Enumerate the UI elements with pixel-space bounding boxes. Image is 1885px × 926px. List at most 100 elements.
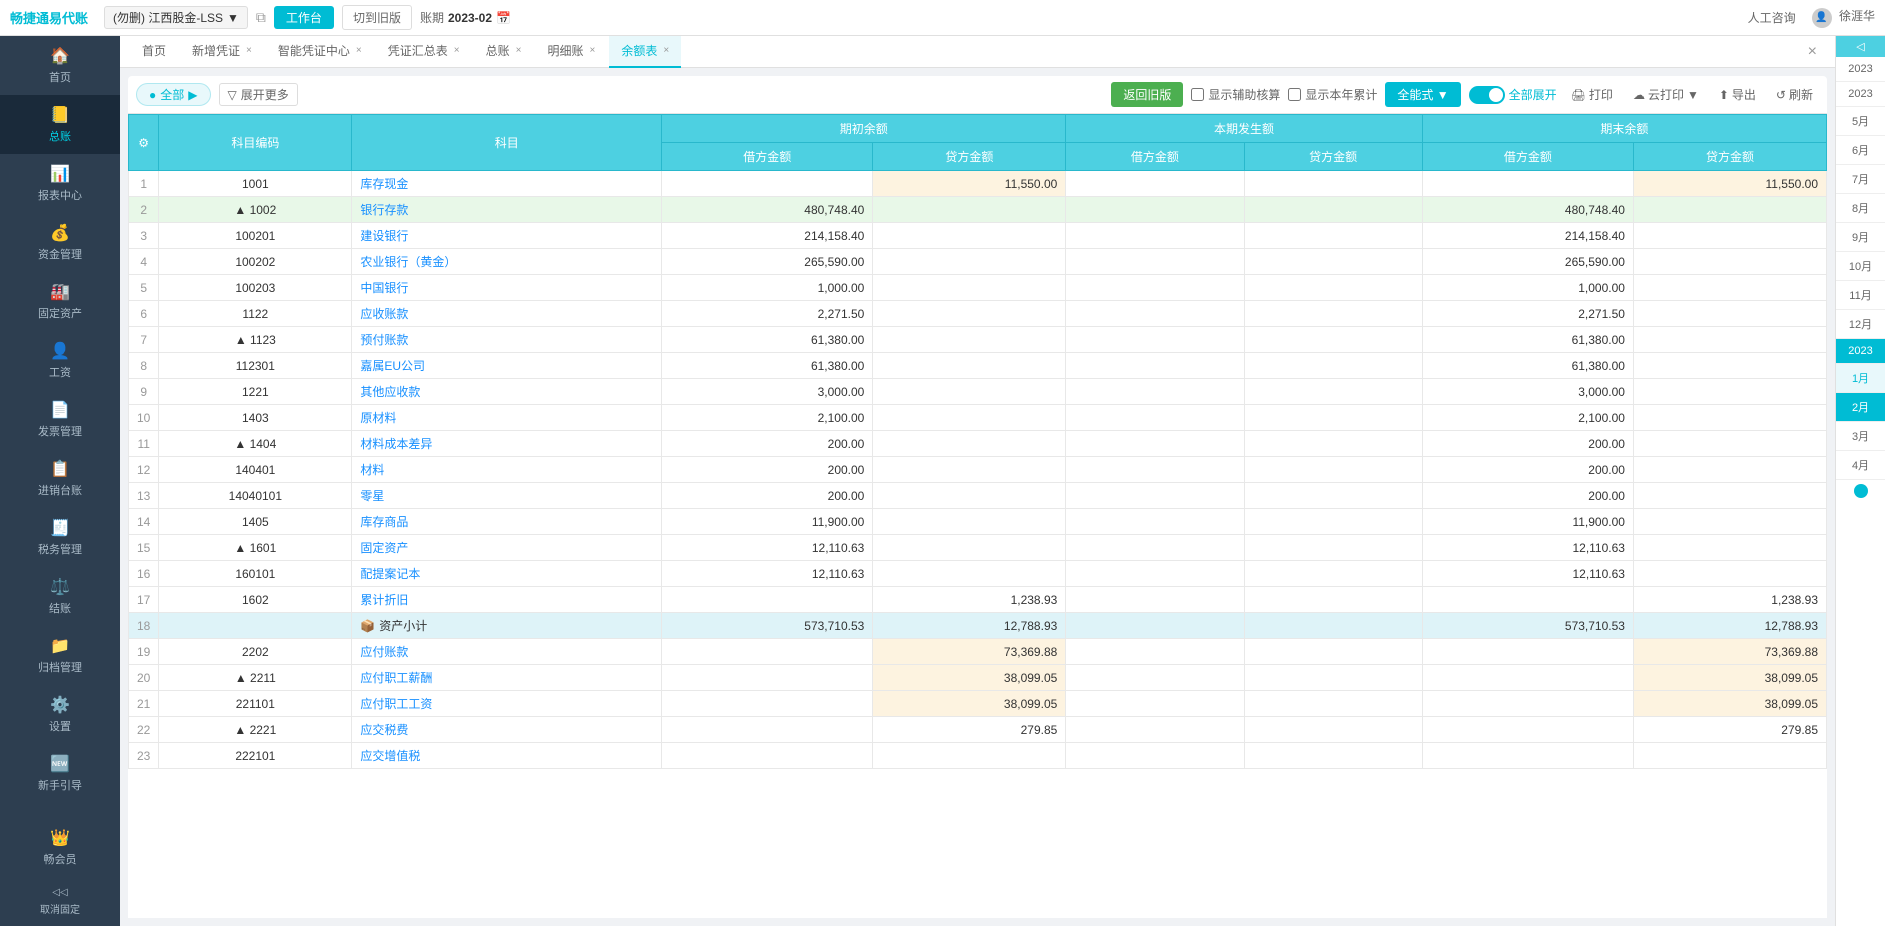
sidebar-item-guide[interactable]: 🆕 新手引导 <box>0 744 120 803</box>
export-button[interactable]: ⬆ 导出 <box>1713 84 1762 105</box>
cell-name[interactable]: 原材料 <box>352 405 662 431</box>
tab-balance-close[interactable]: × <box>663 45 669 56</box>
copy-icon[interactable]: ⧉ <box>256 9 266 26</box>
cloud-print-button[interactable]: ☁ 云打印 ▼ <box>1627 84 1705 105</box>
account-name-link[interactable]: 银行存款 <box>360 203 408 217</box>
right-panel-month-10[interactable]: 10月 <box>1836 252 1885 281</box>
account-name-link[interactable]: 嘉属EU公司 <box>360 359 425 373</box>
cell-name[interactable]: 配提案记本 <box>352 561 662 587</box>
return-button[interactable]: 返回旧版 <box>1111 82 1183 107</box>
sidebar-item-payroll[interactable]: 👤 工资 <box>0 331 120 390</box>
sidebar-item-fund[interactable]: 💰 资金管理 <box>0 213 120 272</box>
tab-home[interactable]: 首页 <box>130 36 178 68</box>
right-panel-month-12[interactable]: 12月 <box>1836 310 1885 339</box>
account-name-link[interactable]: 应收账款 <box>360 307 408 321</box>
tab-detail-ledger[interactable]: 明细账 × <box>535 36 607 68</box>
account-name-link[interactable]: 建设银行 <box>360 229 408 243</box>
toggle-switch[interactable] <box>1469 86 1505 104</box>
cell-name[interactable]: 建设银行 <box>352 223 662 249</box>
right-panel-month-11[interactable]: 11月 <box>1836 281 1885 310</box>
account-name-link[interactable]: 库存现金 <box>360 177 408 191</box>
calendar-icon[interactable]: 📅 <box>496 11 511 25</box>
account-name-link[interactable]: 应付职工薪酬 <box>360 671 432 685</box>
show-ytd-checkbox[interactable] <box>1288 88 1301 101</box>
cell-name[interactable]: 库存现金 <box>352 171 662 197</box>
sidebar-item-invoice[interactable]: 📄 发票管理 <box>0 390 120 449</box>
account-name-link[interactable]: 原材料 <box>360 411 396 425</box>
account-name-link[interactable]: 应交税费 <box>360 723 408 737</box>
account-name-link[interactable]: 库存商品 <box>360 515 408 529</box>
right-panel-month-1[interactable]: 1月 <box>1836 364 1885 393</box>
tab-smart-voucher[interactable]: 智能凭证中心 × <box>266 36 374 68</box>
cell-name[interactable]: 应付账款 <box>352 639 662 665</box>
sidebar-item-home[interactable]: 🏠 首页 <box>0 36 120 95</box>
close-all-tabs[interactable]: × <box>1800 43 1825 61</box>
refresh-button[interactable]: ↺ 刷新 <box>1770 84 1819 105</box>
account-name-link[interactable]: 应付职工工资 <box>360 697 432 711</box>
cell-name[interactable]: 库存商品 <box>352 509 662 535</box>
show-aux-checkbox[interactable] <box>1191 88 1204 101</box>
cell-name[interactable]: 应收账款 <box>352 301 662 327</box>
expand-all-toggle[interactable]: 全部展开 <box>1469 86 1557 104</box>
right-panel-year-2023-current[interactable]: 2023 <box>1836 339 1885 364</box>
filter-button[interactable]: ● 全部 ▶ <box>136 83 211 106</box>
tab-balance[interactable]: 余额表 × <box>609 36 681 68</box>
cell-name[interactable]: 银行存款 <box>352 197 662 223</box>
sidebar-item-report[interactable]: 📊 报表中心 <box>0 154 120 213</box>
right-panel-month-5[interactable]: 5月 <box>1836 107 1885 136</box>
cell-name[interactable]: 材料成本差异 <box>352 431 662 457</box>
tab-voucher-summary[interactable]: 凭证汇总表 × <box>376 36 472 68</box>
cell-name[interactable]: 零星 <box>352 483 662 509</box>
sidebar-item-unpin[interactable]: ◁◁ 取消固定 <box>0 877 120 926</box>
account-name-link[interactable]: 中国银行 <box>360 281 408 295</box>
company-select[interactable]: (勿删) 江西股金-LSS ▼ <box>104 6 248 29</box>
account-name-link[interactable]: 零星 <box>360 489 384 503</box>
switch-version-button[interactable]: 切到旧版 <box>342 5 412 30</box>
cell-name[interactable]: 应交增值税 <box>352 743 662 769</box>
right-panel-month-6[interactable]: 6月 <box>1836 136 1885 165</box>
tab-new-voucher[interactable]: 新增凭证 × <box>180 36 264 68</box>
cell-name[interactable]: 应付职工薪酬 <box>352 665 662 691</box>
cell-name[interactable]: 应交税费 <box>352 717 662 743</box>
right-panel-month-7[interactable]: 7月 <box>1836 165 1885 194</box>
account-name-link[interactable]: 固定资产 <box>360 541 408 555</box>
cell-name[interactable]: 应付职工工资 <box>352 691 662 717</box>
expand-button[interactable]: ▽ 展开更多 <box>219 83 298 106</box>
right-panel-month-4[interactable]: 4月 <box>1836 451 1885 480</box>
right-panel-month-9[interactable]: 9月 <box>1836 223 1885 252</box>
right-panel-dot[interactable] <box>1854 484 1868 498</box>
right-panel-year-2023-2[interactable]: 2023 <box>1836 82 1885 107</box>
sidebar-item-archive[interactable]: 📁 归档管理 <box>0 626 120 685</box>
sidebar-item-settings[interactable]: ⚙️ 设置 <box>0 685 120 744</box>
account-name-link[interactable]: 配提案记本 <box>360 567 420 581</box>
print-button[interactable]: 🖨 打印 <box>1565 84 1619 105</box>
account-name-link[interactable]: 材料成本差异 <box>360 437 432 451</box>
tab-smart-voucher-close[interactable]: × <box>356 45 362 56</box>
sidebar-item-tax[interactable]: 🧾 税务管理 <box>0 508 120 567</box>
sidebar-item-sales[interactable]: 📋 进销台账 <box>0 449 120 508</box>
tab-voucher-summary-close[interactable]: × <box>454 45 460 56</box>
account-name-link[interactable]: 其他应收款 <box>360 385 420 399</box>
account-name-link[interactable]: 应付账款 <box>360 645 408 659</box>
consult-button[interactable]: 人工咨询 <box>1748 9 1796 26</box>
cell-name[interactable]: 累计折旧 <box>352 587 662 613</box>
fullmode-button[interactable]: 全能式 ▼ <box>1385 82 1460 107</box>
account-name-link[interactable]: 预付账款 <box>360 333 408 347</box>
cell-name[interactable]: 其他应收款 <box>352 379 662 405</box>
tab-general-ledger[interactable]: 总账 × <box>474 36 534 68</box>
right-panel-month-2[interactable]: 2月 <box>1836 393 1885 422</box>
cell-name[interactable]: 固定资产 <box>352 535 662 561</box>
tab-detail-ledger-close[interactable]: × <box>589 45 595 56</box>
account-name-link[interactable]: 累计折旧 <box>360 593 408 607</box>
cell-name[interactable]: 预付账款 <box>352 327 662 353</box>
right-panel-month-8[interactable]: 8月 <box>1836 194 1885 223</box>
sidebar-item-ledger[interactable]: 📒 总账 <box>0 95 120 154</box>
sidebar-item-asset[interactable]: 🏭 固定资产 <box>0 272 120 331</box>
sidebar-item-close[interactable]: ⚖️ 结账 <box>0 567 120 626</box>
cell-name[interactable]: 材料 <box>352 457 662 483</box>
account-name-link[interactable]: 农业银行（黄金） <box>360 255 456 269</box>
tab-general-ledger-close[interactable]: × <box>516 45 522 56</box>
account-name-link[interactable]: 应交增值税 <box>360 749 420 763</box>
cell-name[interactable]: 嘉属EU公司 <box>352 353 662 379</box>
cell-name[interactable]: 中国银行 <box>352 275 662 301</box>
